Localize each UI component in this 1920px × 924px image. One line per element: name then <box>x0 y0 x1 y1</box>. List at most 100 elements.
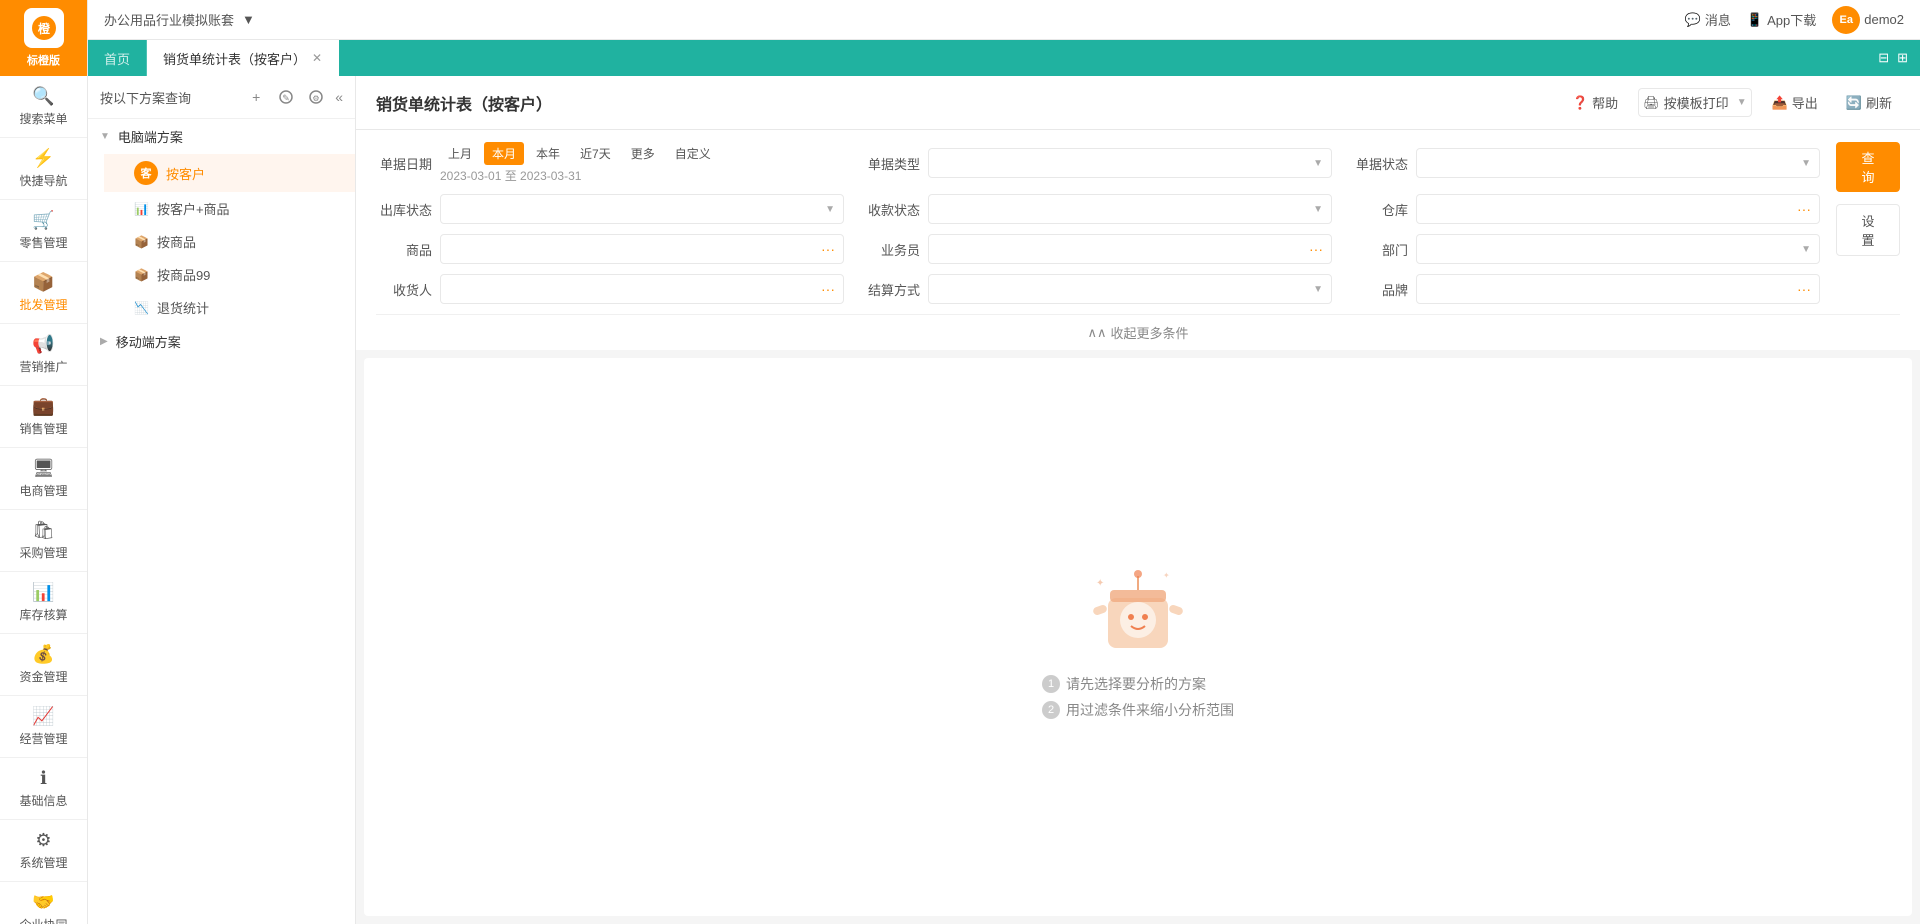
sidebar-item-retail[interactable]: 🛒 零售管理 <box>0 200 87 262</box>
settlement-label: 结算方式 <box>864 280 920 299</box>
date-btn-custom[interactable]: 自定义 <box>667 142 719 165</box>
query-button[interactable]: 查询 <box>1836 142 1900 192</box>
collapse-up-icon: ∧∧ <box>1087 325 1106 341</box>
warehouse-label: 仓库 <box>1352 200 1408 219</box>
sidebar-label-ecommerce: 电商管理 <box>19 482 67 499</box>
sidebar-item-finance[interactable]: 💰 资金管理 <box>0 634 87 696</box>
date-btn-this-year[interactable]: 本年 <box>528 142 568 165</box>
operations-icon: 📈 <box>32 706 54 727</box>
avatar: Ea <box>1832 6 1860 34</box>
warehouse-dots: ··· <box>1797 201 1811 217</box>
export-btn[interactable]: 📤 导出 <box>1764 89 1826 116</box>
tree-leaf-returns[interactable]: 📉 退货统计 <box>104 291 355 324</box>
refresh-btn[interactable]: 🔄 刷新 <box>1838 89 1900 116</box>
order-type-label: 单据类型 <box>864 154 920 173</box>
collapse-panel-btn[interactable]: « <box>335 89 343 105</box>
tab-close-icon[interactable]: ✕ <box>312 51 322 65</box>
sidebar-item-system[interactable]: ⚙ 系统管理 <box>0 820 87 882</box>
tree-mobile-text: 移动端方案 <box>116 332 181 351</box>
user-menu[interactable]: Ea demo2 <box>1832 6 1904 34</box>
brand-select[interactable]: ··· <box>1416 274 1820 304</box>
tree-desktop-label[interactable]: ▼ 电脑端方案 <box>88 119 355 154</box>
filter-out-status-item: 出库状态 ▼ <box>376 194 844 224</box>
tree-leaf-customer-goods-label: 按客户+商品 <box>157 199 230 218</box>
ecommerce-icon: 🖥 <box>32 458 55 479</box>
tab-sales-stats[interactable]: 销货单统计表（按客户） ✕ <box>147 40 339 76</box>
help-btn[interactable]: ❓ 帮助 <box>1564 89 1626 116</box>
filter-section: 查询 设置 单据日期 上月 本月 本年 近7天 更多 <box>356 130 1920 350</box>
order-type-select[interactable]: ▼ <box>928 148 1332 178</box>
sidebar-item-wholesale[interactable]: 📦 批发管理 <box>0 262 87 324</box>
tip1-num: 1 <box>1042 675 1060 693</box>
filter-goods-item: 商品 ··· <box>376 234 844 264</box>
salesman-select[interactable]: ··· <box>928 234 1332 264</box>
sidebar-item-sales[interactable]: 💼 销售管理 <box>0 386 87 448</box>
system-icon: ⚙ <box>35 830 51 851</box>
setting-button[interactable]: 设置 <box>1836 204 1900 256</box>
returns-icon: 📉 <box>134 301 149 315</box>
print-btn[interactable]: 🖨 按模板打印 ▼ <box>1638 88 1751 117</box>
department-select[interactable]: ▼ <box>1416 234 1820 264</box>
date-btn-this-month[interactable]: 本月 <box>484 142 524 165</box>
date-btn-more[interactable]: 更多 <box>623 142 663 165</box>
tree-leaf-customer[interactable]: 客 按客户 <box>104 154 355 192</box>
settings-scheme-btn[interactable]: ⚙ <box>305 86 327 108</box>
topbar-right: 💬 消息 📱 App下载 Ea demo2 <box>1685 6 1904 34</box>
sidebar-item-marketing[interactable]: 📢 营销推广 <box>0 324 87 386</box>
sidebar-item-operations[interactable]: 📈 经营管理 <box>0 696 87 758</box>
sidebar-item-quick[interactable]: ⚡ 快捷导航 <box>0 138 87 200</box>
message-btn[interactable]: 💬 消息 <box>1685 10 1731 29</box>
tab-maximize: ⊟ ⊞ <box>1866 50 1920 66</box>
sidebar-label-enterprise: 企业协同 <box>19 916 67 924</box>
tab-home[interactable]: 首页 <box>88 40 147 76</box>
date-btn-7days[interactable]: 近7天 <box>572 142 619 165</box>
svg-text:橙: 橙 <box>37 21 50 36</box>
sidebar-label-search: 搜索菜单 <box>19 110 67 127</box>
svg-text:✎: ✎ <box>282 93 290 103</box>
topbar-dropdown[interactable]: ▼ <box>242 12 255 27</box>
quick-icon: ⚡ <box>32 148 54 169</box>
sidebar-item-ecommerce[interactable]: 🖥 电商管理 <box>0 448 87 510</box>
date-label: 单据日期 <box>376 154 432 173</box>
topbar-title: 办公用品行业模拟账套 <box>104 10 234 29</box>
tree-mobile-label[interactable]: ▶ 移动端方案 <box>88 324 355 359</box>
sidebar-label-finance: 资金管理 <box>19 668 67 685</box>
out-status-select[interactable]: ▼ <box>440 194 844 224</box>
message-icon: 💬 <box>1685 12 1701 28</box>
print-dropdown-arrow: ▼ <box>1737 97 1747 108</box>
sidebar-label-basic: 基础信息 <box>19 792 67 809</box>
settlement-select[interactable]: ▼ <box>928 274 1332 304</box>
topbar: 办公用品行业模拟账套 ▼ 💬 消息 📱 App下载 Ea demo2 <box>88 0 1920 40</box>
tree-leaf-goods[interactable]: 📦 按商品 <box>104 225 355 258</box>
tree-leaf-goods99[interactable]: 📦 按商品99 <box>104 258 355 291</box>
payment-status-select[interactable]: ▼ <box>928 194 1332 224</box>
sidebar-item-basic[interactable]: ℹ 基础信息 <box>0 758 87 820</box>
tree-leaf-customer-goods[interactable]: 📊 按客户+商品 <box>104 192 355 225</box>
out-status-arrow: ▼ <box>825 204 835 215</box>
sidebar-label-system: 系统管理 <box>19 854 67 871</box>
export-icon: 📤 <box>1772 95 1788 111</box>
filter-date-item: 单据日期 上月 本月 本年 近7天 更多 自定义 2023-03-01 至 20… <box>376 142 844 184</box>
app-download-btn[interactable]: 📱 App下载 <box>1747 10 1816 29</box>
sidebar-label-retail: 零售管理 <box>19 234 67 251</box>
receiver-select[interactable]: ··· <box>440 274 844 304</box>
sidebar-item-search[interactable]: 🔍 搜索菜单 <box>0 76 87 138</box>
collapse-more-btn[interactable]: ∧∧ 收起更多条件 <box>376 315 1900 350</box>
purchase-icon: 🛍 <box>32 520 55 541</box>
maximize-icon[interactable]: ⊞ <box>1897 50 1908 66</box>
tree-mobile-node: ▶ 移动端方案 <box>88 324 355 359</box>
minimize-icon[interactable]: ⊟ <box>1878 50 1889 66</box>
edit-scheme-btn[interactable]: ✎ <box>275 86 297 108</box>
sidebar-item-inventory[interactable]: 📊 库存核算 <box>0 572 87 634</box>
goods-select[interactable]: ··· <box>440 234 844 264</box>
add-scheme-btn[interactable]: + <box>245 86 267 108</box>
inventory-icon: 📊 <box>32 582 54 603</box>
tip2-text: 用过滤条件来缩小分析范围 <box>1066 700 1234 720</box>
date-btn-last-month[interactable]: 上月 <box>440 142 480 165</box>
tip2-num: 2 <box>1042 701 1060 719</box>
filter-grid: 单据日期 上月 本月 本年 近7天 更多 自定义 2023-03-01 至 20… <box>376 142 1900 304</box>
sidebar-item-purchase[interactable]: 🛍 采购管理 <box>0 510 87 572</box>
warehouse-select[interactable]: ··· <box>1416 194 1820 224</box>
order-status-select[interactable]: ▼ <box>1416 148 1820 178</box>
sidebar-item-enterprise[interactable]: 🤝 企业协同 <box>0 882 87 924</box>
